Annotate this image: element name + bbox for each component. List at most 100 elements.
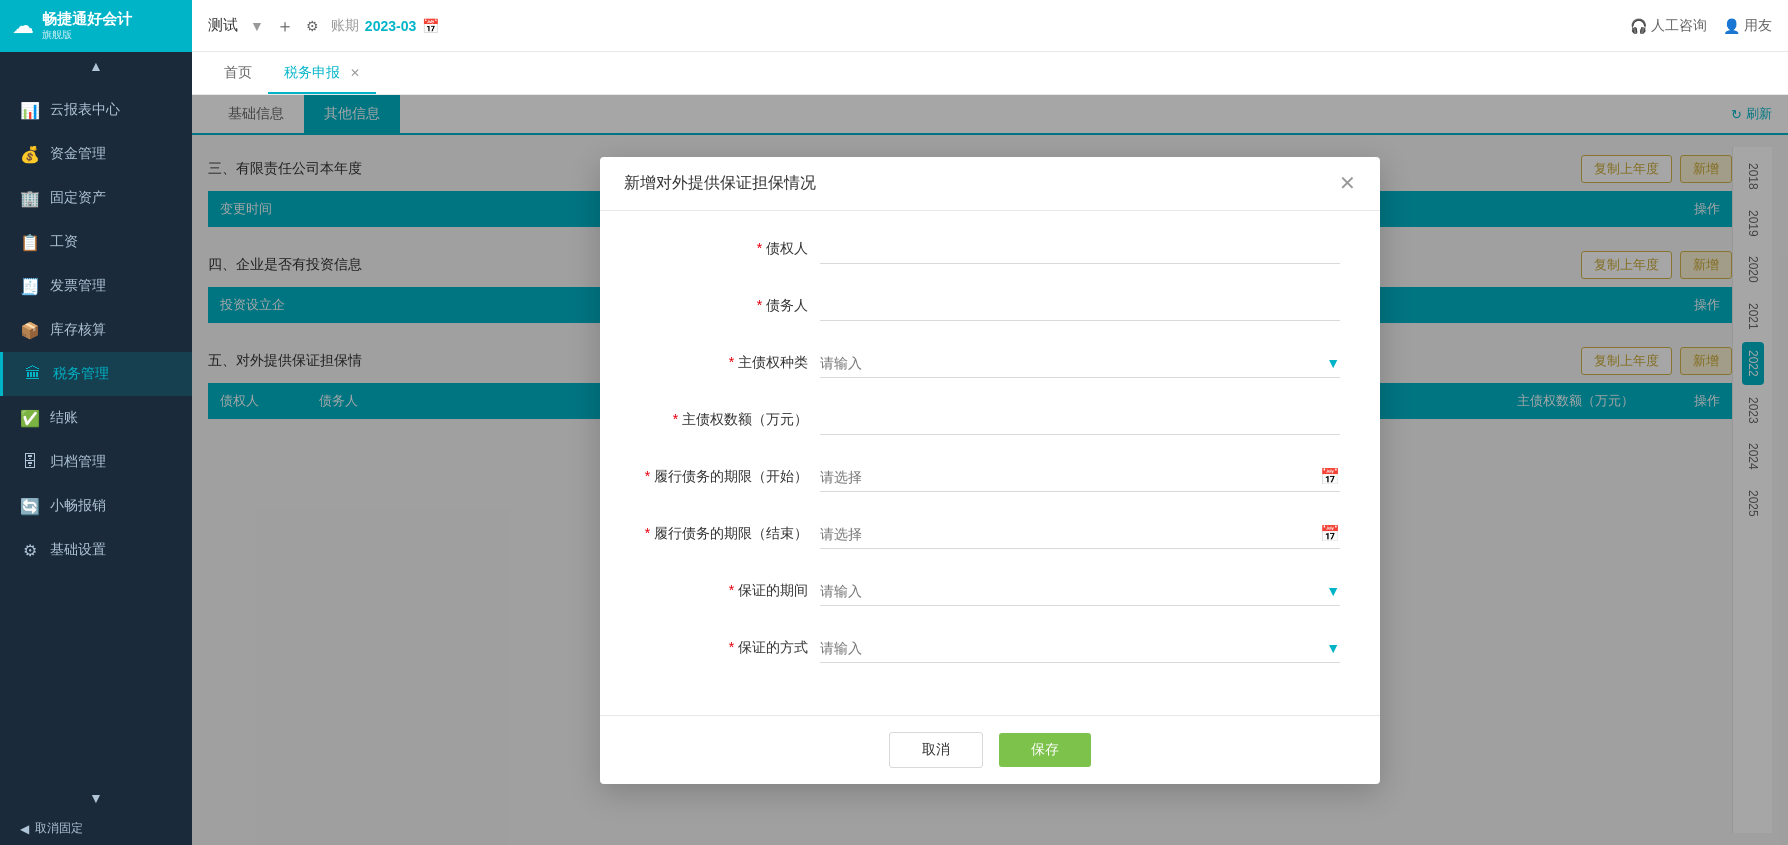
- sidebar-item-fixed-assets[interactable]: 🏢 固定资产: [0, 176, 192, 220]
- date-period-end-input[interactable]: [820, 520, 1320, 548]
- sidebar-item-settings[interactable]: ⚙ 基础设置: [0, 528, 192, 572]
- select-claim-type[interactable]: ▼: [820, 349, 1340, 378]
- input-creditor[interactable]: [820, 235, 1340, 264]
- sidebar-scroll-down[interactable]: ▼: [0, 784, 192, 812]
- user-icon: 👤: [1723, 18, 1740, 34]
- sidebar-item-xiaochang[interactable]: 🔄 小畅报销: [0, 484, 192, 528]
- select-guarantee-period[interactable]: ▼: [820, 577, 1340, 606]
- tab-home[interactable]: 首页: [208, 52, 268, 94]
- period-label: 账期: [331, 17, 359, 35]
- chevron-down-icon[interactable]: ▼: [1326, 355, 1340, 371]
- field-claim-amount: * 主债权数额（万元）: [640, 406, 1340, 435]
- tab-close-icon[interactable]: ✕: [350, 66, 360, 80]
- invoice-icon: 🧾: [20, 276, 40, 296]
- modal-body: * 债权人 * 债务人: [600, 211, 1380, 715]
- sidebar-item-label: 发票管理: [50, 277, 106, 295]
- label-claim-amount: * 主债权数额（万元）: [640, 411, 820, 429]
- date-period-end[interactable]: 📅: [820, 520, 1340, 549]
- modal-footer: 取消 保存: [600, 715, 1380, 784]
- topbar-add-icon[interactable]: ＋: [276, 14, 294, 38]
- payroll-icon: 📋: [20, 232, 40, 252]
- calendar-icon[interactable]: 📅: [422, 18, 439, 34]
- settlement-icon: ✅: [20, 408, 40, 428]
- calendar-start-icon[interactable]: 📅: [1320, 467, 1340, 486]
- topbar-gear-icon[interactable]: ⚙: [306, 18, 319, 34]
- archive-icon: 🗄: [20, 452, 40, 472]
- sidebar-item-invoice[interactable]: 🧾 发票管理: [0, 264, 192, 308]
- tab-tax-report[interactable]: 税务申报 ✕: [268, 52, 376, 94]
- sidebar-logo: ☁ 畅捷通好会计 旗舰版: [0, 0, 192, 52]
- sidebar-item-label: 固定资产: [50, 189, 106, 207]
- headset-icon: 🎧: [1630, 18, 1647, 34]
- label-guarantee-method: * 保证的方式: [640, 639, 820, 657]
- input-debtor[interactable]: [820, 292, 1340, 321]
- modal-add-guarantee: 新增对外提供保证担保情况 ✕ * 债权人: [600, 157, 1380, 784]
- period-value: 2023-03: [365, 18, 416, 34]
- page-content: 基础信息 其他信息 ↻ 刷新: [192, 95, 1788, 845]
- sidebar-item-inventory[interactable]: 📦 库存核算: [0, 308, 192, 352]
- label-debtor: * 债务人: [640, 297, 820, 315]
- cancel-button[interactable]: 取消: [889, 732, 983, 768]
- settings-icon: ⚙: [20, 540, 40, 560]
- field-period-end: * 履行债务的期限（结束） 📅: [640, 520, 1340, 549]
- inventory-icon: 📦: [20, 320, 40, 340]
- topbar: 测试 ▼ ＋ ⚙ 账期 2023-03 📅 🎧 人工咨询 👤 用友: [192, 0, 1788, 52]
- label-period-start: * 履行债务的期限（开始）: [640, 468, 820, 486]
- sidebar-unpin[interactable]: ◀ 取消固定: [0, 812, 192, 845]
- date-period-start-input[interactable]: [820, 463, 1320, 491]
- topbar-chevron-icon[interactable]: ▼: [250, 18, 264, 34]
- field-creditor: * 债权人: [640, 235, 1340, 264]
- field-guarantee-period: * 保证的期间 ▼: [640, 577, 1340, 606]
- save-button[interactable]: 保存: [999, 733, 1091, 767]
- label-guarantee-period: * 保证的期间: [640, 582, 820, 600]
- select-guarantee-method[interactable]: ▼: [820, 634, 1340, 663]
- unpin-icon: ◀: [20, 822, 29, 836]
- select-guarantee-method-input[interactable]: [820, 634, 1326, 662]
- tab-home-label: 首页: [224, 64, 252, 80]
- sidebar-item-label: 库存核算: [50, 321, 106, 339]
- main-area: 测试 ▼ ＋ ⚙ 账期 2023-03 📅 🎧 人工咨询 👤 用友: [192, 0, 1788, 845]
- sidebar-item-cloud-reports[interactable]: 📊 云报表中心: [0, 88, 192, 132]
- xiaochang-icon: 🔄: [20, 496, 40, 516]
- logo-icon: ☁: [12, 13, 34, 39]
- date-period-start[interactable]: 📅: [820, 463, 1340, 492]
- select-claim-type-input[interactable]: [820, 349, 1326, 377]
- sidebar-item-archive[interactable]: 🗄 归档管理: [0, 440, 192, 484]
- modal-title: 新增对外提供保证担保情况: [624, 173, 816, 194]
- select-guarantee-period-input[interactable]: [820, 577, 1326, 605]
- calendar-end-icon[interactable]: 📅: [1320, 524, 1340, 543]
- sidebar: ☁ 畅捷通好会计 旗舰版 ▲ 📊 云报表中心 💰 资金管理 🏢 固定资产 📋: [0, 0, 192, 845]
- sidebar-item-label: 云报表中心: [50, 101, 120, 119]
- modal-close-button[interactable]: ✕: [1339, 173, 1356, 193]
- field-period-start: * 履行债务的期限（开始） 📅: [640, 463, 1340, 492]
- sidebar-item-label: 结账: [50, 409, 78, 427]
- sidebar-item-settlement[interactable]: ✅ 结账: [0, 396, 192, 440]
- service-label: 人工咨询: [1651, 17, 1707, 35]
- sidebar-item-label: 基础设置: [50, 541, 106, 559]
- sidebar-item-label: 工资: [50, 233, 78, 251]
- modal-overlay: 新增对外提供保证担保情况 ✕ * 债权人: [192, 95, 1788, 845]
- chevron-down-guarantee-period-icon[interactable]: ▼: [1326, 583, 1340, 599]
- content-tabs: 首页 税务申报 ✕: [192, 52, 1788, 95]
- sidebar-item-label: 归档管理: [50, 453, 106, 471]
- topbar-period: 账期 2023-03 📅: [331, 17, 439, 35]
- sidebar-item-tax[interactable]: 🏛 税务管理: [0, 352, 192, 396]
- input-claim-amount[interactable]: [820, 406, 1340, 435]
- user-menu[interactable]: 👤 用友: [1723, 17, 1772, 35]
- customer-service[interactable]: 🎧 人工咨询: [1630, 17, 1707, 35]
- user-label: 用友: [1744, 17, 1772, 35]
- tab-tax-report-label: 税务申报: [284, 64, 340, 80]
- tax-icon: 🏛: [23, 364, 43, 384]
- cloud-reports-icon: 📊: [20, 100, 40, 120]
- sidebar-item-label: 税务管理: [53, 365, 109, 383]
- sidebar-item-label: 小畅报销: [50, 497, 106, 515]
- sidebar-item-capital[interactable]: 💰 资金管理: [0, 132, 192, 176]
- sidebar-item-label: 资金管理: [50, 145, 106, 163]
- sidebar-scroll-up[interactable]: ▲: [0, 52, 192, 80]
- logo-sub: 旗舰版: [42, 28, 132, 42]
- fixed-assets-icon: 🏢: [20, 188, 40, 208]
- sidebar-item-payroll[interactable]: 📋 工资: [0, 220, 192, 264]
- chevron-down-guarantee-method-icon[interactable]: ▼: [1326, 640, 1340, 656]
- unpin-label: 取消固定: [35, 820, 83, 837]
- logo-name: 畅捷通好会计: [42, 10, 132, 28]
